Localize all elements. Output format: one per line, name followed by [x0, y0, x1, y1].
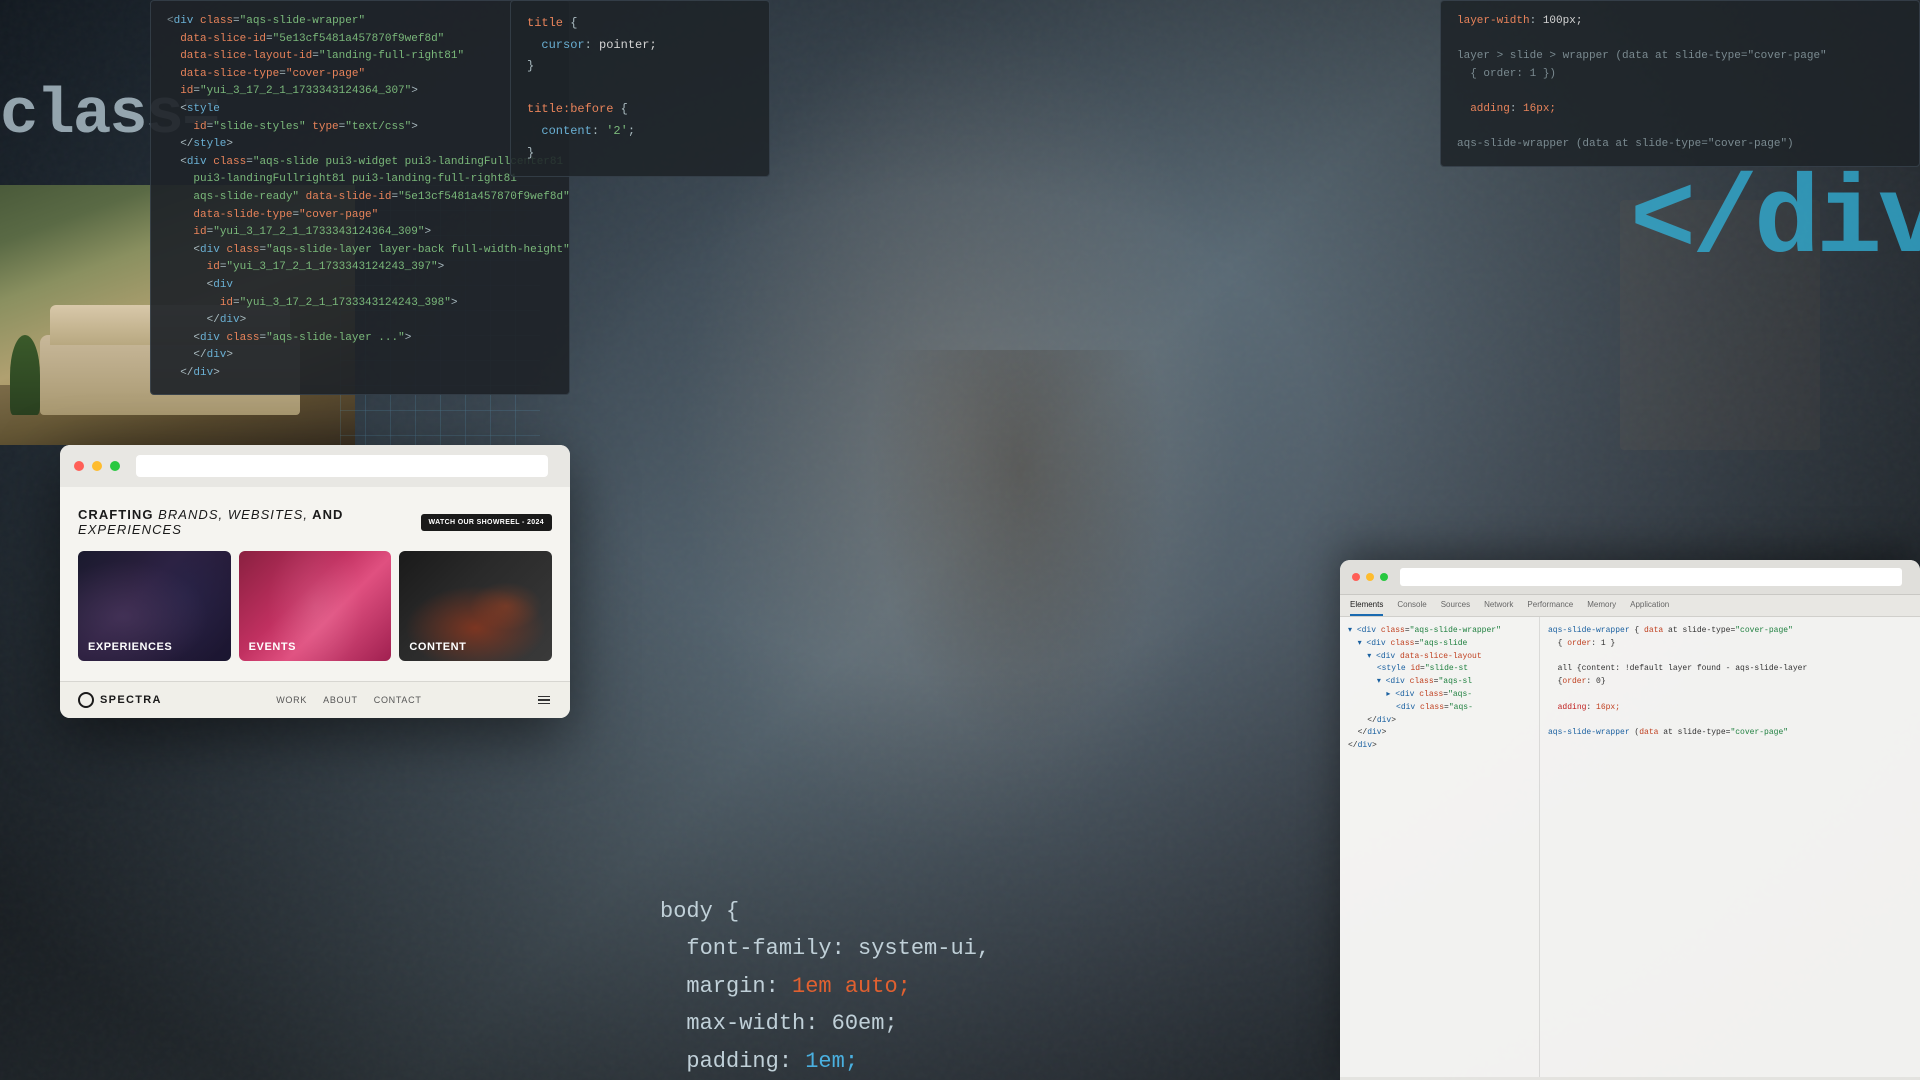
css-line-3: margin: 1em auto; — [660, 968, 1110, 1005]
nav-contact[interactable]: CONTACT — [374, 695, 422, 705]
css-line-2: font-family: system-ui, — [660, 930, 1110, 967]
devtools-url-bar[interactable] — [1400, 568, 1902, 586]
spectra-card-content[interactable]: CONTENT — [399, 551, 552, 661]
devtools-min-btn[interactable] — [1366, 573, 1374, 581]
nav-about[interactable]: ABOUT — [323, 695, 358, 705]
browser-content: CRAFTING brands, websites, AND experienc… — [60, 487, 570, 681]
card-label-experiences: EXPERIENCES — [88, 641, 172, 653]
browser-spectra[interactable]: CRAFTING brands, websites, AND experienc… — [60, 445, 570, 718]
css-code-bottom: body { font-family: system-ui, margin: 1… — [660, 893, 1110, 1080]
spectra-footer: SPECTRA WORK ABOUT CONTACT — [60, 681, 570, 718]
devtools-tab-elements[interactable]: Elements — [1350, 595, 1383, 616]
watch-showreel-btn[interactable]: WATCH OUR SHOWREEL - 2024 — [421, 514, 552, 531]
div-closing-tag: </div — [1630, 160, 1920, 285]
css-line-5: padding: 1em; — [660, 1043, 1110, 1080]
logo-text: SPECTRA — [100, 694, 162, 706]
browser-max-btn[interactable] — [110, 461, 120, 471]
devtools-tabs: Elements Console Sources Network Perform… — [1340, 595, 1920, 617]
devtools-tab-application[interactable]: Application — [1630, 595, 1669, 616]
browser-close-btn[interactable] — [74, 461, 84, 471]
devtools-elements-panel: ▾ <div class="aqs-slide-wrapper" ▾ <div … — [1340, 617, 1540, 1077]
logo-icon — [78, 692, 94, 708]
browser-toolbar — [60, 445, 570, 487]
spectra-nav: WORK ABOUT CONTACT — [276, 695, 421, 705]
devtools-body: ▾ <div class="aqs-slide-wrapper" ▾ <div … — [1340, 617, 1920, 1077]
devtools-close-btn[interactable] — [1352, 573, 1360, 581]
browser-url-bar[interactable] — [136, 455, 548, 477]
browser-devtools[interactable]: Elements Console Sources Network Perform… — [1340, 560, 1920, 1080]
code-panel-topleft: <div class="aqs-slide-wrapper" data-slic… — [150, 0, 570, 395]
devtools-tab-console[interactable]: Console — [1397, 595, 1426, 616]
css-line-1: body { — [660, 893, 1110, 930]
code-panel-topright: layer-width: 100px; layer > slide > wrap… — [1440, 0, 1920, 167]
hamburger-icon[interactable] — [536, 692, 552, 708]
code-panel-topcenter: title { cursor: pointer; } title:before … — [510, 0, 770, 177]
card-label-content: CONTENT — [409, 641, 466, 653]
devtools-tab-performance[interactable]: Performance — [1527, 595, 1573, 616]
nav-work[interactable]: WORK — [276, 695, 307, 705]
devtools-max-btn[interactable] — [1380, 573, 1388, 581]
browser-min-btn[interactable] — [92, 461, 102, 471]
spectra-logo: SPECTRA — [78, 692, 162, 708]
card-label-events: EVENTS — [249, 641, 296, 653]
devtools-tab-network[interactable]: Network — [1484, 595, 1513, 616]
devtools-styles-panel: aqs-slide-wrapper { data at slide-type="… — [1540, 617, 1920, 1077]
devtools-toolbar — [1340, 560, 1920, 595]
spectra-cards: EXPERIENCES EVENTS CONTENT — [78, 551, 552, 661]
css-line-4: max-width: 60em; — [660, 1005, 1110, 1042]
spectra-card-experiences[interactable]: EXPERIENCES — [78, 551, 231, 661]
devtools-tab-memory[interactable]: Memory — [1587, 595, 1616, 616]
spectra-headline: CRAFTING brands, websites, AND experienc… — [78, 507, 552, 537]
devtools-tab-sources[interactable]: Sources — [1441, 595, 1470, 616]
spectra-card-events[interactable]: EVENTS — [239, 551, 392, 661]
